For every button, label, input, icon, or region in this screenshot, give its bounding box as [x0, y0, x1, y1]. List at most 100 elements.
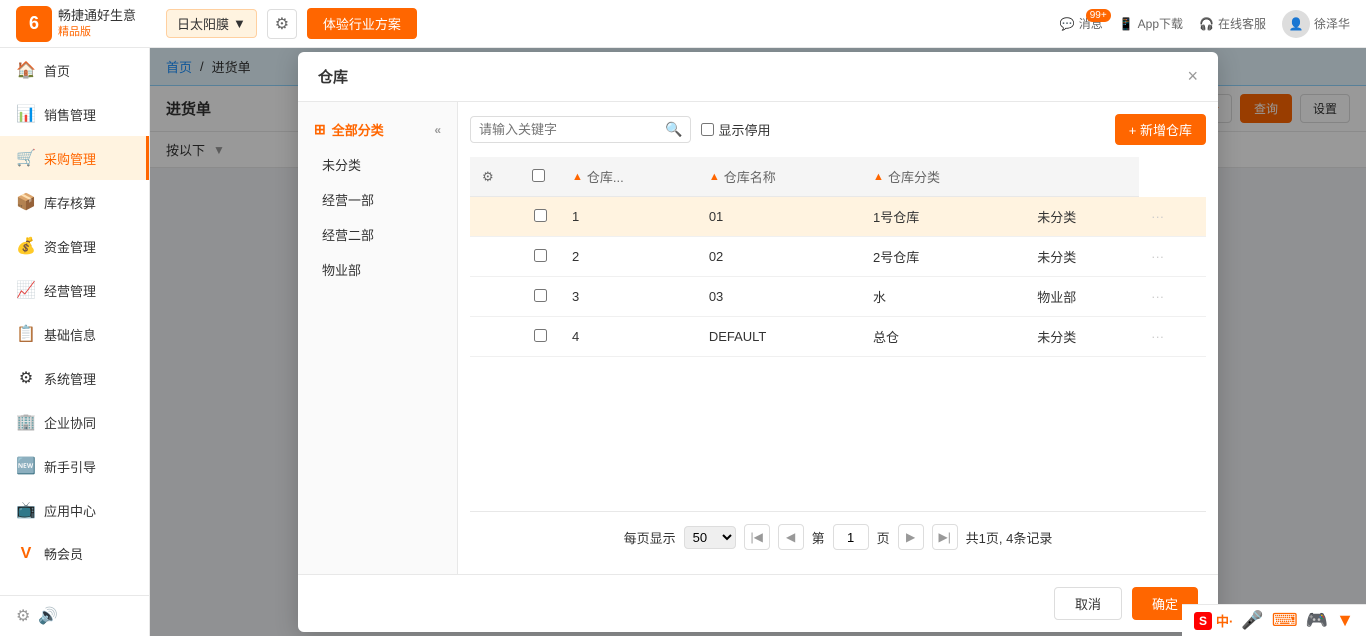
total-info: 共1页, 4条记录: [966, 528, 1053, 547]
app-download-item[interactable]: 📱 App下载: [1119, 15, 1183, 32]
app-icon: 📱: [1119, 17, 1134, 31]
sidebar-item-guide[interactable]: 🆕 新手引导: [0, 444, 149, 488]
next-page-button[interactable]: ▶: [898, 524, 924, 550]
bottom-bar: S 中· 🎤 ⌨ 🎮 ▼: [1182, 604, 1366, 636]
row-actions: ···: [1139, 197, 1206, 237]
row-number: 3: [560, 277, 697, 317]
sidebar-item-operation[interactable]: 📈 经营管理: [0, 268, 149, 312]
row-check[interactable]: [520, 197, 560, 237]
row-more-icon[interactable]: ···: [1151, 329, 1164, 344]
row-more-icon[interactable]: ···: [1151, 249, 1164, 264]
modal-overlay[interactable]: 仓库 × ⊞ 全部分类 « 未分类 经营一部 经营二部: [150, 48, 1366, 636]
operation-icon: 📈: [16, 280, 36, 300]
logo-icon: 6: [16, 6, 52, 42]
page-number-input[interactable]: [833, 524, 869, 550]
row-actions: ···: [1139, 277, 1206, 317]
user-item[interactable]: 👤 徐泽华: [1282, 10, 1350, 38]
avatar: 👤: [1282, 10, 1310, 38]
header-middle: 日太阳膜 ▼ ⚙ 体验行业方案: [166, 8, 1060, 39]
sidebar-item-stock[interactable]: 📦 库存核算: [0, 180, 149, 224]
th-category-label: 仓库分类: [888, 167, 940, 186]
modal-header: 仓库 ×: [298, 52, 1218, 102]
category-item-op2[interactable]: 经营二部: [298, 217, 457, 252]
gamepad-icon[interactable]: 🎮: [1306, 610, 1328, 631]
sidebar-item-sales[interactable]: 📊 销售管理: [0, 92, 149, 136]
th-code-label: 仓库...: [587, 167, 624, 186]
search-icon: 🔍: [665, 121, 682, 138]
sidebar-item-purchase[interactable]: 🛒 采购管理: [0, 136, 149, 180]
search-input-wrap: 🔍: [470, 116, 691, 143]
sort-icon-code: ▲: [572, 171, 583, 183]
search-input[interactable]: [479, 122, 659, 137]
keyboard-icon[interactable]: ⌨: [1272, 610, 1298, 631]
sidebar-label-member: 畅会员: [44, 544, 83, 563]
row-gear: [470, 277, 520, 317]
category-item-uncategorized[interactable]: 未分类: [298, 147, 457, 182]
row-check[interactable]: [520, 237, 560, 277]
row-more-icon[interactable]: ···: [1151, 289, 1164, 304]
row-code: DEFAULT: [697, 317, 861, 357]
row-number: 1: [560, 197, 697, 237]
message-item[interactable]: 💬 消息 99+: [1060, 15, 1103, 32]
sidebar-item-member[interactable]: V 畅会员: [0, 532, 149, 575]
row-more-icon[interactable]: ···: [1151, 209, 1164, 224]
sidebar-item-system[interactable]: ⚙ 系统管理: [0, 356, 149, 400]
sidebar-item-enterprise[interactable]: 🏢 企业协同: [0, 400, 149, 444]
table-row[interactable]: 4 DEFAULT 总仓 未分类 ···: [470, 317, 1206, 357]
gear-button[interactable]: ⚙: [267, 9, 297, 39]
try-industry-button[interactable]: 体验行业方案: [307, 8, 417, 39]
th-gear: ⚙: [470, 157, 520, 197]
select-all-checkbox[interactable]: [532, 169, 545, 182]
sidebar-item-basic[interactable]: 📋 基础信息: [0, 312, 149, 356]
settings-bottom-icon[interactable]: ⚙: [16, 606, 30, 626]
modal-body: ⊞ 全部分类 « 未分类 经营一部 经营二部 物业部: [298, 102, 1218, 574]
category-item-property[interactable]: 物业部: [298, 252, 457, 287]
service-item[interactable]: 🎧 在线客服: [1199, 15, 1266, 32]
collapse-icon[interactable]: «: [434, 123, 441, 137]
gear-th-icon: ⚙: [482, 169, 494, 184]
category-item-op1[interactable]: 经营一部: [298, 182, 457, 217]
sidebar-item-home[interactable]: 🏠 首页: [0, 48, 149, 92]
row-check[interactable]: [520, 317, 560, 357]
page-label: 第: [812, 528, 825, 547]
last-page-button[interactable]: ▶|: [932, 524, 958, 550]
stock-icon: 📦: [16, 192, 36, 212]
sidebar-item-finance[interactable]: 💰 资金管理: [0, 224, 149, 268]
table-row[interactable]: 1 01 1号仓库 未分类 ···: [470, 197, 1206, 237]
header-right: 💬 消息 99+ 📱 App下载 🎧 在线客服 👤 徐泽华: [1060, 10, 1350, 38]
store-selector[interactable]: 日太阳膜 ▼: [166, 9, 257, 38]
table-row[interactable]: 2 02 2号仓库 未分类 ···: [470, 237, 1206, 277]
cancel-button[interactable]: 取消: [1054, 587, 1122, 620]
all-category-label[interactable]: 全部分类: [332, 120, 384, 139]
sidebar-item-apps[interactable]: 📺 应用中心: [0, 488, 149, 532]
sidebar-label-system: 系统管理: [44, 369, 96, 388]
sound-bottom-icon[interactable]: 🔊: [38, 606, 58, 626]
prev-page-button[interactable]: ◀: [778, 524, 804, 550]
show-disabled-label: 显示停用: [701, 120, 770, 139]
top-header: 6 畅捷通好生意 精品版 日太阳膜 ▼ ⚙ 体验行业方案 💬 消息 99+ 📱 …: [0, 0, 1366, 48]
add-warehouse-button[interactable]: + 新增仓库: [1115, 114, 1206, 145]
modal-close-button[interactable]: ×: [1187, 66, 1198, 87]
warehouse-modal: 仓库 × ⊞ 全部分类 « 未分类 经营一部 经营二部: [298, 52, 1218, 632]
show-disabled-checkbox[interactable]: [701, 123, 714, 136]
finance-icon: 💰: [16, 236, 36, 256]
row-gear: [470, 237, 520, 277]
page-unit: 页: [877, 528, 890, 547]
th-name: ▲ 仓库名称: [697, 157, 861, 197]
modal-sidebar: ⊞ 全部分类 « 未分类 经营一部 经营二部 物业部: [298, 102, 458, 574]
per-page-select[interactable]: 50 10 20 100: [684, 526, 736, 549]
modal-toolbar: 🔍 显示停用 + 新增仓库: [470, 114, 1206, 145]
sidebar-label-basic: 基础信息: [44, 325, 96, 344]
mic-icon[interactable]: 🎤: [1241, 610, 1263, 631]
apps-icon: 📺: [16, 500, 36, 520]
arrow-down-icon[interactable]: ▼: [1336, 610, 1354, 631]
first-page-button[interactable]: |◀: [744, 524, 770, 550]
bottom-brand: S 中·: [1194, 611, 1233, 630]
row-check[interactable]: [520, 277, 560, 317]
message-badge: 99+: [1086, 9, 1111, 22]
table-row[interactable]: 3 03 水 物业部 ···: [470, 277, 1206, 317]
store-name: 日太阳膜: [177, 14, 229, 33]
logo-area: 6 畅捷通好生意 精品版: [16, 6, 166, 42]
row-code: 02: [697, 237, 861, 277]
dropdown-icon: ▼: [233, 16, 246, 31]
